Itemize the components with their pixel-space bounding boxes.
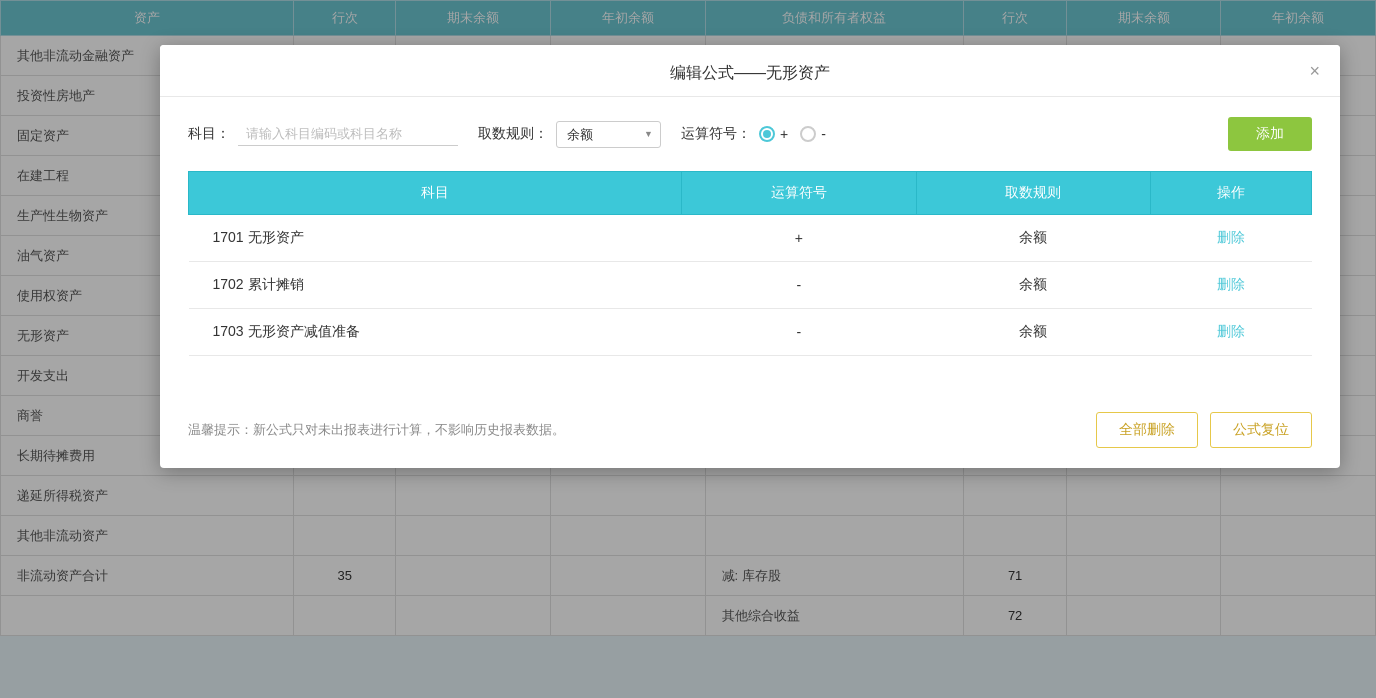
th-action: 操作 <box>1151 172 1312 215</box>
th-operator: 运算符号 <box>682 172 917 215</box>
formula-rule-cell: 余额 <box>916 262 1151 309</box>
operator-label: 运算符号： <box>681 125 751 143</box>
operator-group: 运算符号： + - <box>681 125 826 143</box>
footer-buttons: 全部删除 公式复位 <box>1096 412 1312 448</box>
formula-table-head: 科目 运算符号 取数规则 操作 <box>189 172 1312 215</box>
delete-link[interactable]: 删除 <box>1217 323 1245 339</box>
formula-subject-cell: 1701 无形资产 <box>189 215 682 262</box>
operator-minus-label: - <box>821 126 826 142</box>
rule-group: 取数规则： 余额 借方 贷方 借方发生额 贷方发生额 <box>478 121 661 148</box>
add-button[interactable]: 添加 <box>1228 117 1312 151</box>
th-rule: 取数规则 <box>916 172 1151 215</box>
rule-select-wrapper: 余额 借方 贷方 借方发生额 贷方发生额 <box>556 121 661 148</box>
modal-header: 编辑公式——无形资产 × <box>160 45 1340 97</box>
modal-footer: 温馨提示：新公式只对未出报表进行计算，不影响历史报表数据。 全部删除 公式复位 <box>160 396 1340 468</box>
formula-operator-cell: - <box>682 262 917 309</box>
operator-plus-radio-circle <box>759 126 775 142</box>
formula-operator-cell: + <box>682 215 917 262</box>
formula-rule-cell: 余额 <box>916 309 1151 356</box>
modal-close-button[interactable]: × <box>1309 62 1320 80</box>
formula-row: 1703 无形资产减值准备 - 余额 删除 <box>189 309 1312 356</box>
modal-title: 编辑公式——无形资产 <box>670 63 830 84</box>
formula-action-cell: 删除 <box>1151 309 1312 356</box>
formula-table: 科目 运算符号 取数规则 操作 1701 无形资产 + 余额 删除 1702 累… <box>188 171 1312 356</box>
reset-formula-button[interactable]: 公式复位 <box>1210 412 1312 448</box>
operator-minus-radio-circle <box>800 126 816 142</box>
formula-subject-cell: 1702 累计摊销 <box>189 262 682 309</box>
subject-input[interactable] <box>238 122 458 146</box>
rule-select[interactable]: 余额 借方 贷方 借方发生额 贷方发生额 <box>556 121 661 148</box>
formula-form-row: 科目： 取数规则： 余额 借方 贷方 借方发生额 贷方发生额 运算符号： <box>188 117 1312 151</box>
operator-plus-radio[interactable]: + <box>759 126 788 142</box>
edit-formula-modal: 编辑公式——无形资产 × 科目： 取数规则： 余额 借方 贷方 借方发生额 贷方… <box>160 45 1340 468</box>
formula-subject-cell: 1703 无形资产减值准备 <box>189 309 682 356</box>
formula-action-cell: 删除 <box>1151 215 1312 262</box>
delete-all-button[interactable]: 全部删除 <box>1096 412 1198 448</box>
delete-link[interactable]: 删除 <box>1217 276 1245 292</box>
th-subject: 科目 <box>189 172 682 215</box>
formula-row: 1702 累计摊销 - 余额 删除 <box>189 262 1312 309</box>
formula-table-body: 1701 无形资产 + 余额 删除 1702 累计摊销 - 余额 删除 1703… <box>189 215 1312 356</box>
subject-label: 科目： <box>188 125 230 143</box>
footer-tip: 温馨提示：新公式只对未出报表进行计算，不影响历史报表数据。 <box>188 421 565 439</box>
formula-table-header-row: 科目 运算符号 取数规则 操作 <box>189 172 1312 215</box>
modal-body: 科目： 取数规则： 余额 借方 贷方 借方发生额 贷方发生额 运算符号： <box>160 97 1340 396</box>
operator-minus-radio[interactable]: - <box>800 126 826 142</box>
rule-label: 取数规则： <box>478 125 548 143</box>
operator-plus-label: + <box>780 126 788 142</box>
operator-radio-group: + - <box>759 126 826 142</box>
formula-operator-cell: - <box>682 309 917 356</box>
formula-row: 1701 无形资产 + 余额 删除 <box>189 215 1312 262</box>
formula-action-cell: 删除 <box>1151 262 1312 309</box>
delete-link[interactable]: 删除 <box>1217 229 1245 245</box>
formula-rule-cell: 余额 <box>916 215 1151 262</box>
subject-group: 科目： <box>188 122 458 146</box>
